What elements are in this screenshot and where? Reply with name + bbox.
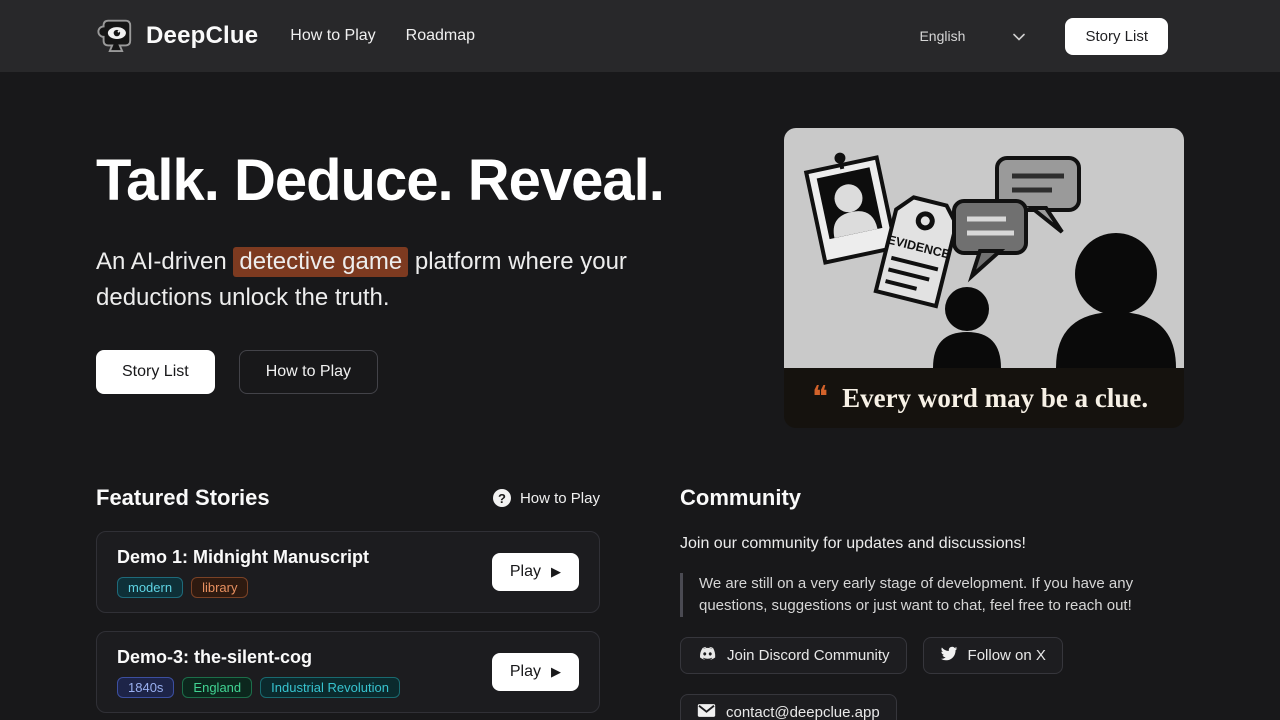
story-tag: modern (117, 576, 184, 598)
brand-name: DeepClue (146, 22, 259, 49)
hero-how-to-play-button[interactable]: How to Play (238, 349, 379, 394)
story-tag: library (191, 576, 249, 598)
twitter-bird-icon (940, 646, 958, 666)
follow-x-button-label: Follow on X (967, 647, 1046, 664)
discord-icon (697, 646, 717, 666)
nav-link-how-to-play[interactable]: How to Play (290, 27, 375, 45)
help-link-label: How to Play (519, 489, 600, 507)
nav-links: How to Play Roadmap (290, 27, 475, 45)
discord-button[interactable]: Join Discord Community (680, 637, 907, 674)
play-icon: ▶ (551, 664, 561, 679)
featured-stories-section: Featured Stories ? How to Play Demo 1: M… (96, 485, 600, 720)
story-tag: Industrial Revolution (260, 676, 400, 698)
hero-title: Talk. Deduce. Reveal. (96, 148, 665, 213)
community-section: Community Join our community for updates… (680, 485, 1184, 720)
nav-story-list-button[interactable]: Story List (1065, 17, 1168, 55)
hero-story-list-button[interactable]: Story List (96, 349, 215, 394)
mail-icon (697, 703, 716, 720)
hero-section: Talk. Deduce. Reveal. An AI-driven detec… (96, 72, 1184, 428)
play-icon: ▶ (551, 564, 561, 579)
hero-image-caption: ❝ Every word may be a clue. (784, 368, 1184, 428)
story-card-demo-1: Demo 1: Midnight Manuscript modern libra… (96, 531, 600, 613)
nav-link-roadmap[interactable]: Roadmap (406, 27, 475, 45)
chevron-down-icon (1013, 28, 1026, 44)
story-title: Demo-3: the-silent-cog (117, 646, 313, 667)
contact-email-button[interactable]: contact@deepclue.app (680, 694, 897, 720)
play-button-demo-3[interactable]: Play ▶ (491, 653, 579, 691)
question-circle-icon: ? (492, 489, 511, 507)
subtitle-highlight: detective game (233, 246, 409, 277)
hero-caption-text: Every word may be a clue. (842, 382, 1149, 413)
subtitle-text-before: An AI-driven (96, 247, 234, 275)
story-title: Demo 1: Midnight Manuscript (117, 546, 369, 567)
play-button-label: Play (509, 663, 541, 680)
story-tag: England (182, 676, 253, 698)
language-select[interactable]: English (919, 28, 1026, 44)
hero-subtitle: An AI-driven detective game platform whe… (96, 244, 671, 316)
play-button-demo-1[interactable]: Play ▶ (491, 553, 579, 591)
play-button-label: Play (509, 563, 541, 580)
community-title: Community (680, 485, 801, 510)
language-selected-value: English (919, 28, 966, 44)
community-intro: Join our community for updates and discu… (680, 535, 1026, 552)
story-tag: 1840s (117, 676, 175, 698)
deepclue-logo-icon (96, 14, 134, 59)
contact-email-label: contact@deepclue.app (726, 704, 880, 720)
detective-illustration-image: EVIDENCE (784, 128, 1184, 368)
featured-how-to-play-link[interactable]: ? How to Play (492, 489, 600, 507)
follow-x-button[interactable]: Follow on X (922, 637, 1063, 674)
discord-button-label: Join Discord Community (727, 647, 890, 664)
hero-illustration: EVIDENCE ❝ Every word may be a clue. (784, 128, 1184, 428)
featured-stories-title: Featured Stories (96, 485, 270, 510)
community-note: We are still on a very early stage of de… (680, 573, 1140, 617)
story-card-demo-3: Demo-3: the-silent-cog 1840s England Ind… (96, 631, 600, 713)
navbar: DeepClue How to Play Roadmap English Sto… (0, 0, 1280, 72)
brand[interactable]: DeepClue (96, 14, 258, 59)
quote-icon: ❝ (812, 380, 829, 415)
